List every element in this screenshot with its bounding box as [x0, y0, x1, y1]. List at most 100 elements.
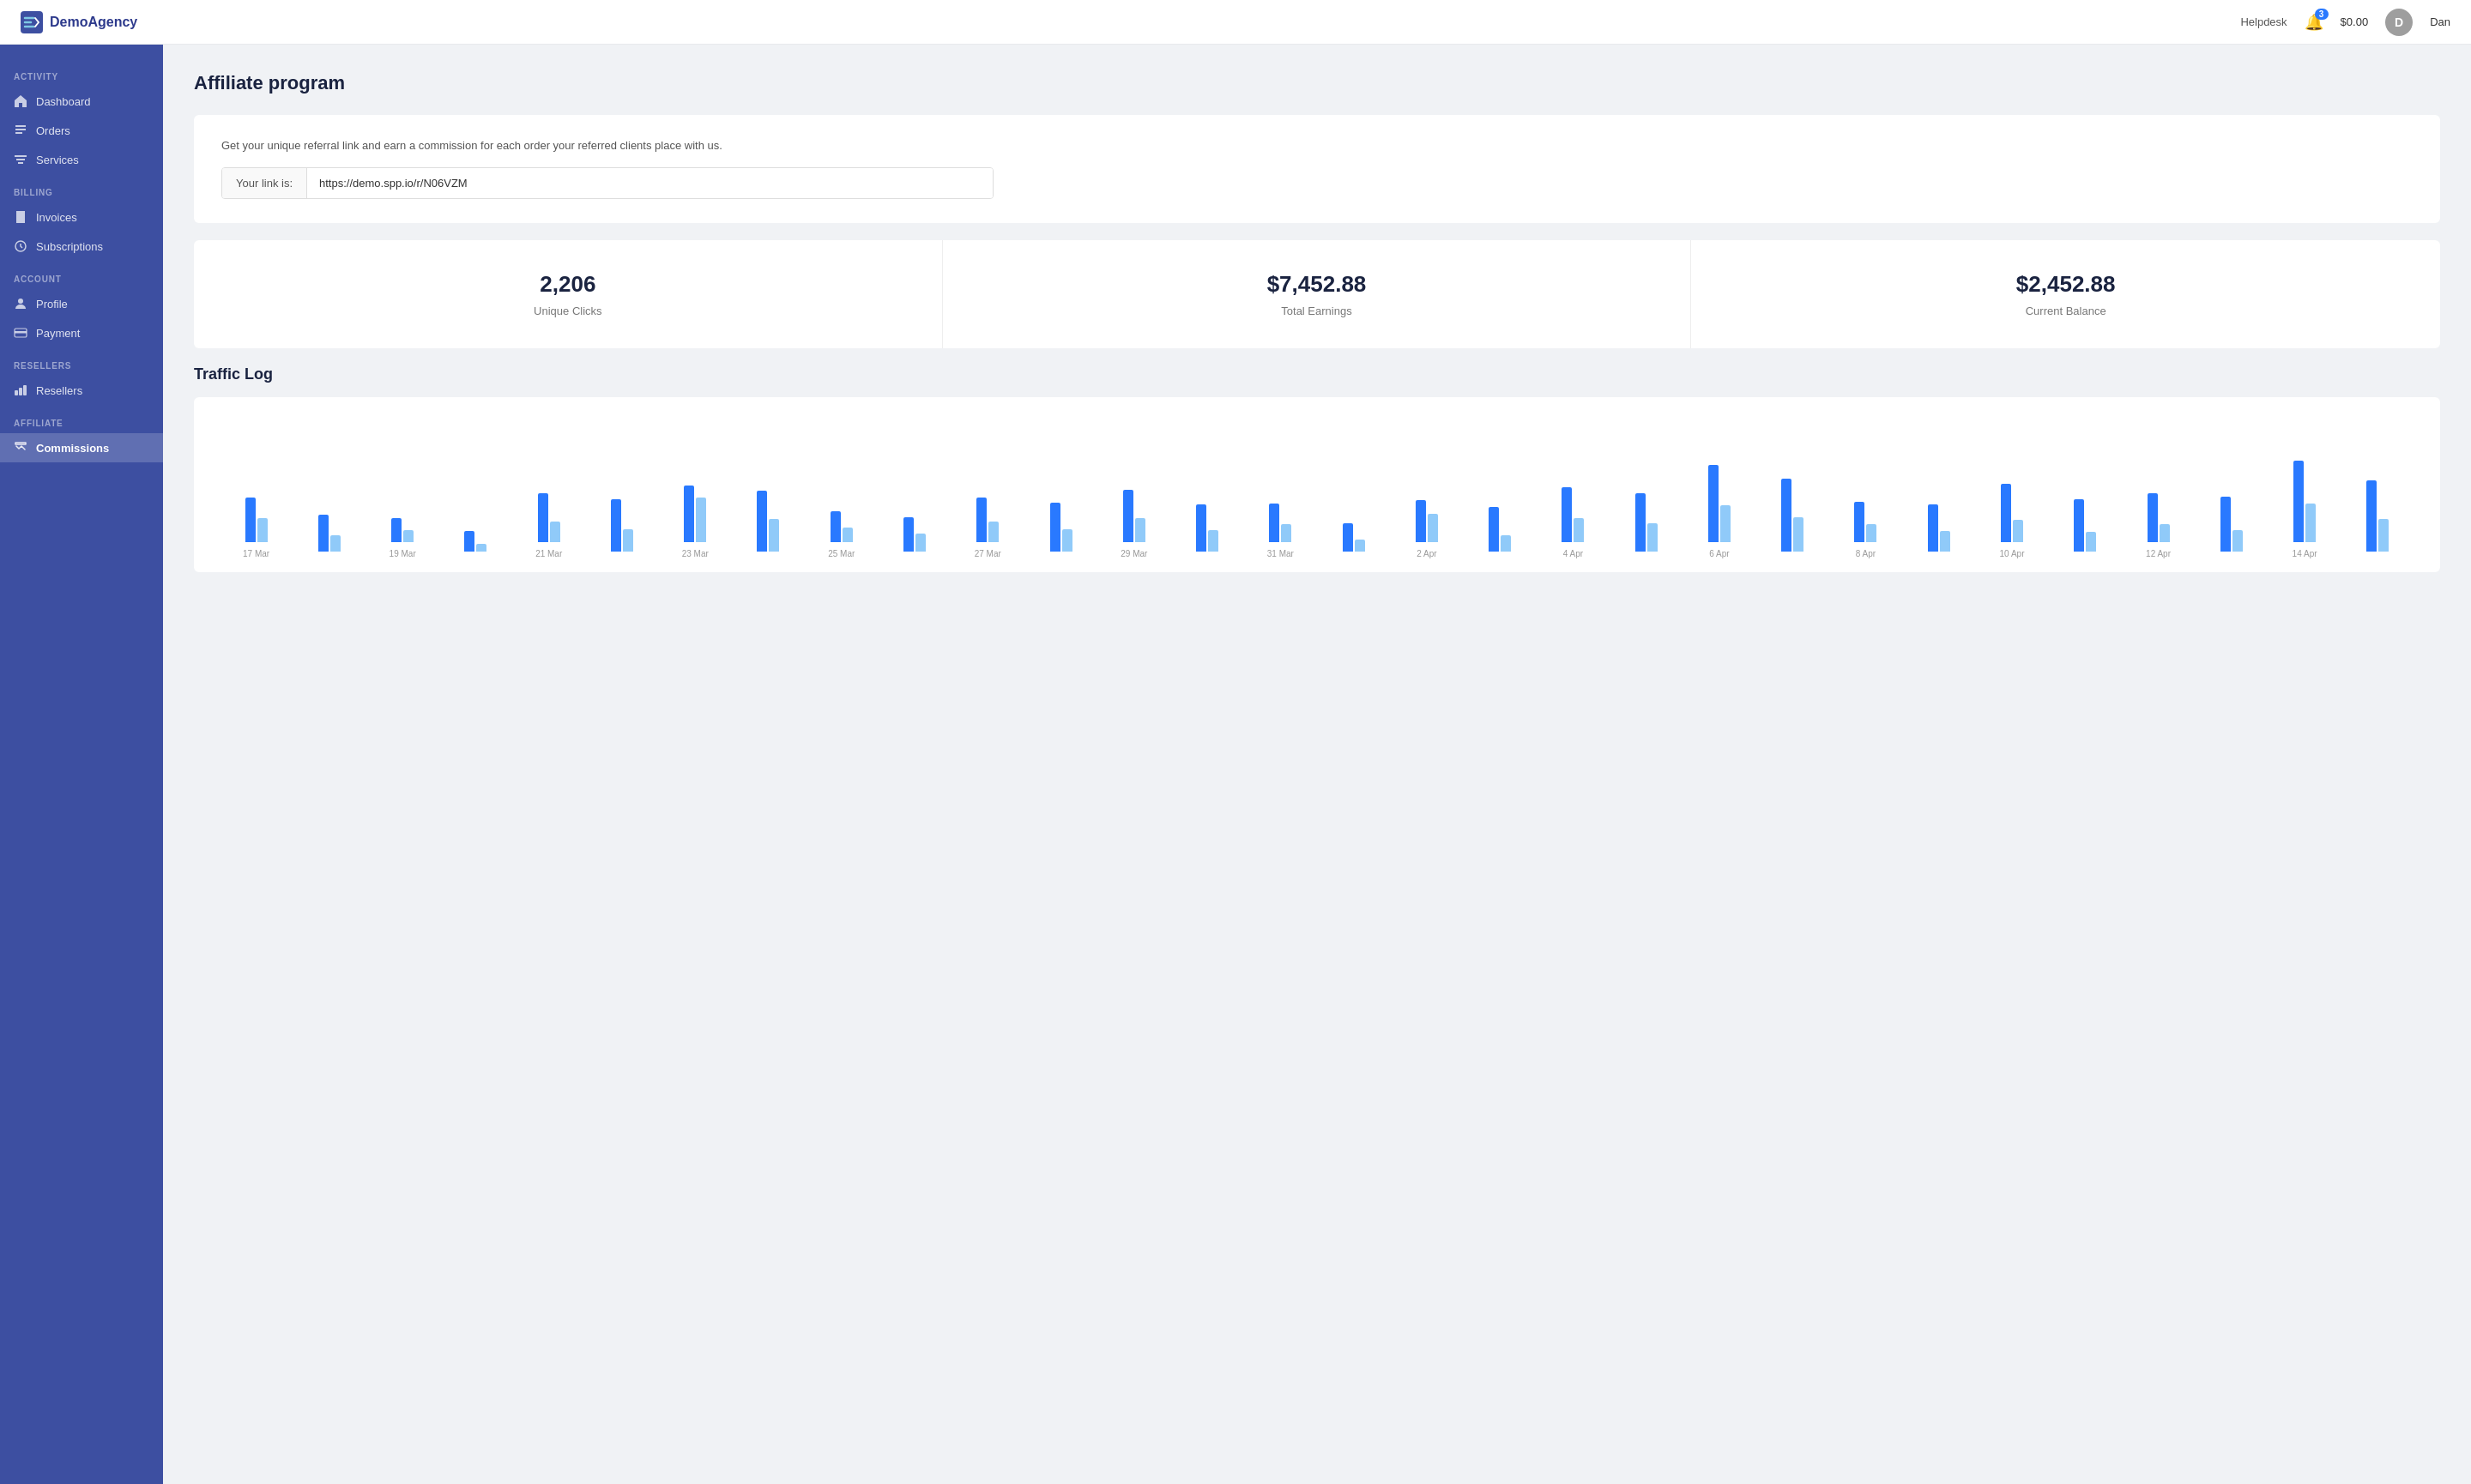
- solid-bar: [976, 498, 987, 542]
- sidebar-item-commissions[interactable]: Commissions: [0, 433, 163, 462]
- bar-label: 17 Mar: [243, 549, 269, 558]
- stat-label: Current Balance: [1712, 305, 2420, 317]
- bar-label: 10 Apr: [2000, 549, 2025, 558]
- bars-container: [976, 422, 999, 542]
- light-bar: [2378, 519, 2389, 552]
- bar-group: 2 Apr: [1392, 422, 1461, 558]
- solid-bar: [391, 518, 402, 542]
- bar-group: 29 Mar: [1099, 422, 1169, 558]
- sidebar-section-label: Activity: [0, 58, 163, 87]
- light-bar: [1720, 505, 1731, 542]
- bars-container: [1489, 431, 1511, 552]
- solid-bar: [1416, 500, 1426, 542]
- bar-group: 21 Mar: [514, 422, 583, 558]
- bar-group: [294, 431, 364, 558]
- light-bar: [696, 498, 706, 542]
- solid-bar: [611, 499, 621, 552]
- solid-bar: [2366, 480, 2377, 552]
- brand-icon: [21, 11, 43, 33]
- sidebar-section-label: Account: [0, 261, 163, 289]
- bar-group: 31 Mar: [1246, 422, 1315, 558]
- referral-link-input[interactable]: [307, 168, 993, 198]
- solid-bar: [1562, 487, 1572, 542]
- bar-group: [1904, 431, 1973, 558]
- notifications-button[interactable]: 🔔 3: [2305, 13, 2323, 32]
- bar-chart: 17 Mar 19 Mar 21 Mar 23 Mar 25 Mar 27 Mar 29 M…: [221, 421, 2413, 558]
- services-icon: [14, 153, 27, 166]
- bar-group: 23 Mar: [661, 422, 730, 558]
- light-bar: [403, 530, 414, 542]
- bar-group: 17 Mar: [221, 422, 291, 558]
- solid-bar: [2074, 499, 2084, 552]
- sidebar-item-label: Profile: [36, 298, 68, 311]
- sidebar-item-resellers[interactable]: Resellers: [0, 376, 163, 405]
- light-bar: [2232, 530, 2243, 552]
- light-bar: [843, 528, 853, 542]
- sidebar-item-profile[interactable]: Profile: [0, 289, 163, 318]
- user-name[interactable]: Dan: [2430, 15, 2450, 28]
- avatar[interactable]: D: [2385, 9, 2413, 36]
- bar-group: 8 Apr: [1831, 422, 1900, 558]
- bar-label: 14 Apr: [2293, 549, 2317, 558]
- commissions-icon: [14, 441, 27, 455]
- solid-bar: [1343, 523, 1353, 552]
- home-icon: [14, 94, 27, 108]
- bar-label: 6 Apr: [1709, 549, 1729, 558]
- chart-container: 17 Mar 19 Mar 21 Mar 23 Mar 25 Mar 27 Mar 29 M…: [221, 421, 2413, 558]
- stats-row: 2,206Unique Clicks$7,452.88Total Earning…: [194, 240, 2440, 348]
- bars-container: [2366, 431, 2389, 552]
- stat-value: $2,452.88: [1712, 271, 2420, 298]
- bars-container: [391, 422, 414, 542]
- sidebar-item-services[interactable]: Services: [0, 145, 163, 174]
- bars-container: [2074, 431, 2096, 552]
- solid-bar: [1123, 490, 1133, 542]
- bars-container: [1123, 422, 1145, 542]
- traffic-log-title: Traffic Log: [194, 365, 2440, 383]
- light-bar: [1940, 531, 1950, 552]
- bars-container: [538, 422, 560, 542]
- bar-label: 12 Apr: [2146, 549, 2171, 558]
- sidebar-item-label: Services: [36, 154, 79, 166]
- bar-group: [1465, 431, 1535, 558]
- bar-group: 25 Mar: [807, 422, 876, 558]
- svg-rect-7: [23, 385, 27, 395]
- account-balance: $0.00: [2341, 15, 2369, 28]
- light-bar: [1208, 530, 1218, 552]
- light-bar: [1135, 518, 1145, 542]
- solid-bar: [1781, 479, 1791, 552]
- bars-container: [1708, 422, 1731, 542]
- bar-label: 27 Mar: [975, 549, 1001, 558]
- svg-rect-6: [19, 388, 22, 395]
- brand-name: DemoAgency: [50, 15, 137, 30]
- light-bar: [2305, 504, 2316, 542]
- solid-bar: [757, 491, 767, 552]
- sidebar-item-payment[interactable]: Payment: [0, 318, 163, 347]
- bar-group: [1172, 431, 1242, 558]
- light-bar: [769, 519, 779, 552]
- orders-icon: [14, 124, 27, 137]
- sidebar-item-label: Payment: [36, 327, 80, 340]
- sidebar-item-invoices[interactable]: Invoices: [0, 202, 163, 232]
- svg-rect-4: [15, 331, 27, 334]
- helpdesk-link[interactable]: Helpdesk: [2240, 15, 2287, 28]
- light-bar: [2160, 524, 2170, 542]
- bars-container: [2001, 422, 2023, 542]
- sidebar-item-subscriptions[interactable]: Subscriptions: [0, 232, 163, 261]
- bars-container: [1050, 431, 1072, 552]
- bars-container: [2148, 422, 2170, 542]
- solid-bar: [1489, 507, 1499, 552]
- topnav: DemoAgency Helpdesk 🔔 3 $0.00 D Dan: [0, 0, 2471, 45]
- bars-container: [1928, 431, 1950, 552]
- solid-bar: [318, 515, 329, 552]
- bar-group: [1611, 431, 1681, 558]
- solid-bar: [245, 498, 256, 542]
- sidebar-item-dashboard[interactable]: Dashboard: [0, 87, 163, 116]
- bars-container: [684, 422, 706, 542]
- bar-label: 19 Mar: [390, 549, 416, 558]
- bar-label: 29 Mar: [1121, 549, 1147, 558]
- bars-container: [1196, 431, 1218, 552]
- sidebar-item-label: Dashboard: [36, 95, 91, 108]
- sidebar-item-orders[interactable]: Orders: [0, 116, 163, 145]
- chart-card: 17 Mar 19 Mar 21 Mar 23 Mar 25 Mar 27 Mar 29 M…: [194, 397, 2440, 572]
- bar-label: 31 Mar: [1267, 549, 1294, 558]
